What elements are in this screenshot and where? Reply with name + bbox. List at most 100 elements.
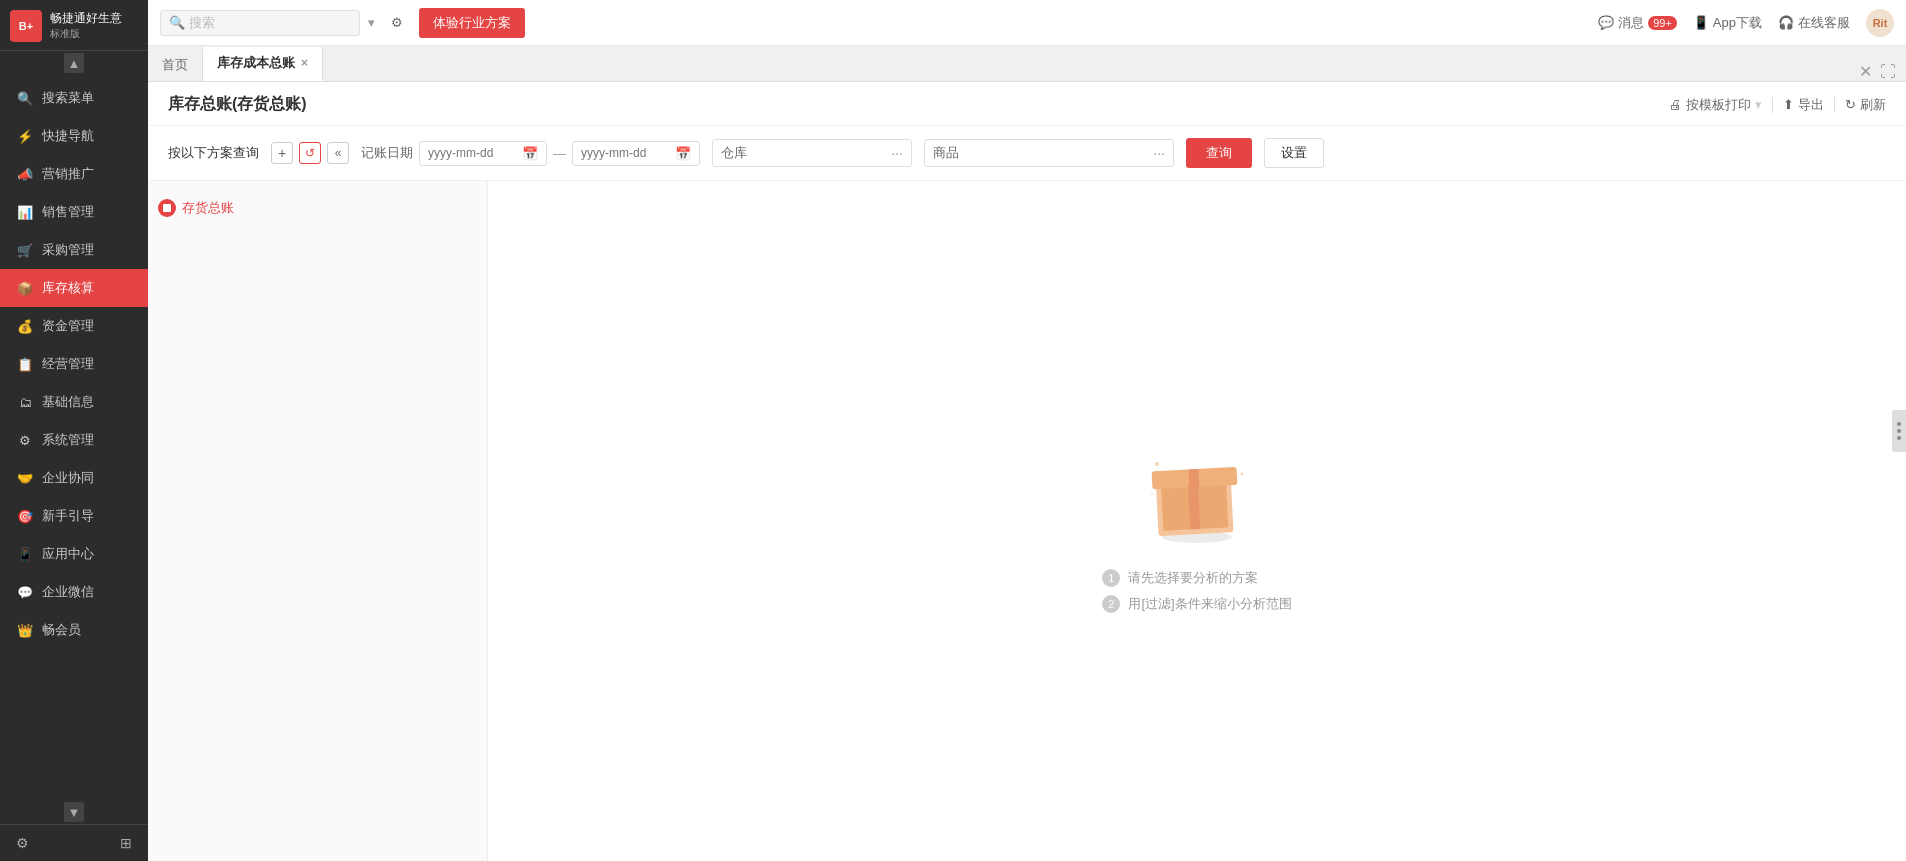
industry-btn[interactable]: 体验行业方案 [419,8,525,38]
guide-icon: 🎯 [16,507,34,525]
date-from-field[interactable] [428,146,518,160]
print-btn[interactable]: 🖨 按模板打印 ▾ [1669,96,1762,114]
tab-home[interactable]: 首页 [148,49,203,81]
sidebar-scroll-up[interactable]: ▲ [64,53,84,73]
app-download-btn[interactable]: 📱 App下载 [1693,14,1762,32]
empty-state: 1 请先选择要分析的方案 2 用[过滤]条件来缩小分析范围 [1102,429,1291,613]
sidebar-item-apps[interactable]: 📱 应用中心 [0,535,148,573]
date-to-field[interactable] [581,146,671,160]
export-label: 导出 [1798,96,1824,114]
operations-icon: 📋 [16,355,34,373]
page-content: 库存总账(存货总账) 🖨 按模板打印 ▾ ⬆ 导出 ↻ 刷新 [148,82,1906,861]
wechat-icon: 💬 [16,583,34,601]
hint-text-2: 用[过滤]条件来缩小分析范围 [1128,595,1291,613]
scheme-item-inventory[interactable]: 存货总账 [148,191,487,225]
expand-panel-icon[interactable]: ⛶ [1880,63,1896,81]
settings-btn[interactable]: 设置 [1264,138,1324,168]
query-btn[interactable]: 查询 [1186,138,1252,168]
sidebar-item-marketing[interactable]: 📣 营销推广 [0,155,148,193]
topbar-gear-btn[interactable]: ⚙ [383,9,411,37]
sidebar-item-label: 应用中心 [42,545,94,563]
export-btn[interactable]: ⬆ 导出 [1783,96,1824,114]
search-icon: 🔍 [169,15,185,30]
refresh-btn[interactable]: ↻ 刷新 [1845,96,1886,114]
sidebar-item-label: 营销推广 [42,165,94,183]
sidebar-item-basic[interactable]: 🗂 基础信息 [0,383,148,421]
calendar-to-icon[interactable]: 📅 [675,146,691,161]
sidebar-item-purchase[interactable]: 🛒 采购管理 [0,231,148,269]
print-dropdown-icon: ▾ [1755,97,1762,112]
sales-icon: 📊 [16,203,34,221]
collapse-sidebar-btn[interactable]: ⊞ [120,835,132,851]
topbar-search-area[interactable]: 🔍 搜索 [160,10,360,36]
filter-collapse-btn[interactable]: « [327,142,349,164]
sidebar-item-cooperation[interactable]: 🤝 企业协同 [0,459,148,497]
product-input[interactable]: 商品 ··· [924,139,1174,167]
page-header-actions: 🖨 按模板打印 ▾ ⬆ 导出 ↻ 刷新 [1669,96,1886,114]
user-avatar[interactable]: Rit [1866,9,1894,37]
tab-inventory-ledger[interactable]: 库存成本总账 × [203,47,323,81]
sidebar-item-quick-nav[interactable]: ⚡ 快捷导航 [0,117,148,155]
filter-reset-btn[interactable]: ↺ [299,142,321,164]
sidebar-item-finance[interactable]: 💰 资金管理 [0,307,148,345]
sidebar-item-vip[interactable]: 👑 畅会员 [0,611,148,649]
refresh-icon: ↻ [1845,97,1856,112]
sidebar-scroll-down[interactable]: ▼ [64,802,84,822]
date-separator: — [553,146,566,161]
sidebar-item-system[interactable]: ⚙ 系统管理 [0,421,148,459]
filter-date-field: 记账日期 📅 — 📅 [361,141,700,166]
warehouse-label: 仓库 [721,144,747,162]
svg-point-9 [1151,493,1153,495]
side-panel-toggle[interactable] [1892,410,1906,452]
online-support-btn[interactable]: 🎧 在线客服 [1778,14,1850,32]
filter-add-btn[interactable]: + [271,142,293,164]
sidebar-item-label: 企业协同 [42,469,94,487]
logo-icon: B+ [10,10,42,42]
topbar: 🔍 搜索 ▾ ⚙ 体验行业方案 💬 消息 99+ 📱 App下载 🎧 在线客服 [148,0,1906,46]
sidebar: B+ 畅捷通好生意 标准版 ▲ 🔍 搜索菜单 ⚡ 快捷导航 📣 营销推广 📊 销… [0,0,148,861]
sidebar-item-label: 库存核算 [42,279,94,297]
sidebar-item-guide[interactable]: 🎯 新手引导 [0,497,148,535]
sidebar-footer: ⚙ ⊞ [0,824,148,861]
page-title: 库存总账(存货总账) [168,94,307,115]
product-more-btn[interactable]: ··· [1153,145,1165,161]
hint-num-1: 1 [1102,569,1120,587]
basic-icon: 🗂 [16,393,34,411]
marketing-icon: 📣 [16,165,34,183]
product-label: 商品 [933,144,959,162]
topbar-dropdown-icon[interactable]: ▾ [368,15,375,30]
calendar-from-icon[interactable]: 📅 [522,146,538,161]
sidebar-item-label: 销售管理 [42,203,94,221]
toggle-dot-3 [1897,436,1901,440]
sidebar-item-search[interactable]: 🔍 搜索菜单 [0,79,148,117]
page-header: 库存总账(存货总账) 🖨 按模板打印 ▾ ⬆ 导出 ↻ 刷新 [148,82,1906,126]
warehouse-more-btn[interactable]: ··· [891,145,903,161]
scheme-icon [158,199,176,217]
online-support-label: 在线客服 [1798,14,1850,32]
warehouse-input[interactable]: 仓库 ··· [712,139,912,167]
close-panel-icon[interactable]: ✕ [1859,62,1872,81]
sidebar-item-label: 采购管理 [42,241,94,259]
svg-rect-0 [163,204,171,212]
finance-icon: 💰 [16,317,34,335]
svg-point-7 [1155,462,1159,466]
settings-footer-btn[interactable]: ⚙ [16,835,29,851]
empty-hint-1: 1 请先选择要分析的方案 [1102,569,1291,587]
topbar-left: 🔍 搜索 ▾ ⚙ 体验行业方案 [160,8,1588,38]
message-btn[interactable]: 💬 消息 99+ [1598,14,1677,32]
tab-close-icon[interactable]: × [301,56,308,70]
empty-illustration [1137,429,1257,549]
toggle-dot-2 [1897,429,1901,433]
vip-icon: 👑 [16,621,34,639]
sidebar-item-label: 系统管理 [42,431,94,449]
sidebar-item-sales[interactable]: 📊 销售管理 [0,193,148,231]
quick-nav-icon: ⚡ [16,127,34,145]
tab-active-label: 库存成本总账 [217,54,295,72]
date-from-input[interactable]: 📅 [419,141,547,166]
sidebar-item-operations[interactable]: 📋 经营管理 [0,345,148,383]
main-content: 🔍 搜索 ▾ ⚙ 体验行业方案 💬 消息 99+ 📱 App下载 🎧 在线客服 [148,0,1906,861]
sidebar-item-inventory[interactable]: 📦 库存核算 [0,269,148,307]
date-to-input[interactable]: 📅 [572,141,700,166]
sidebar-item-wechat[interactable]: 💬 企业微信 [0,573,148,611]
toggle-dot-1 [1897,422,1901,426]
